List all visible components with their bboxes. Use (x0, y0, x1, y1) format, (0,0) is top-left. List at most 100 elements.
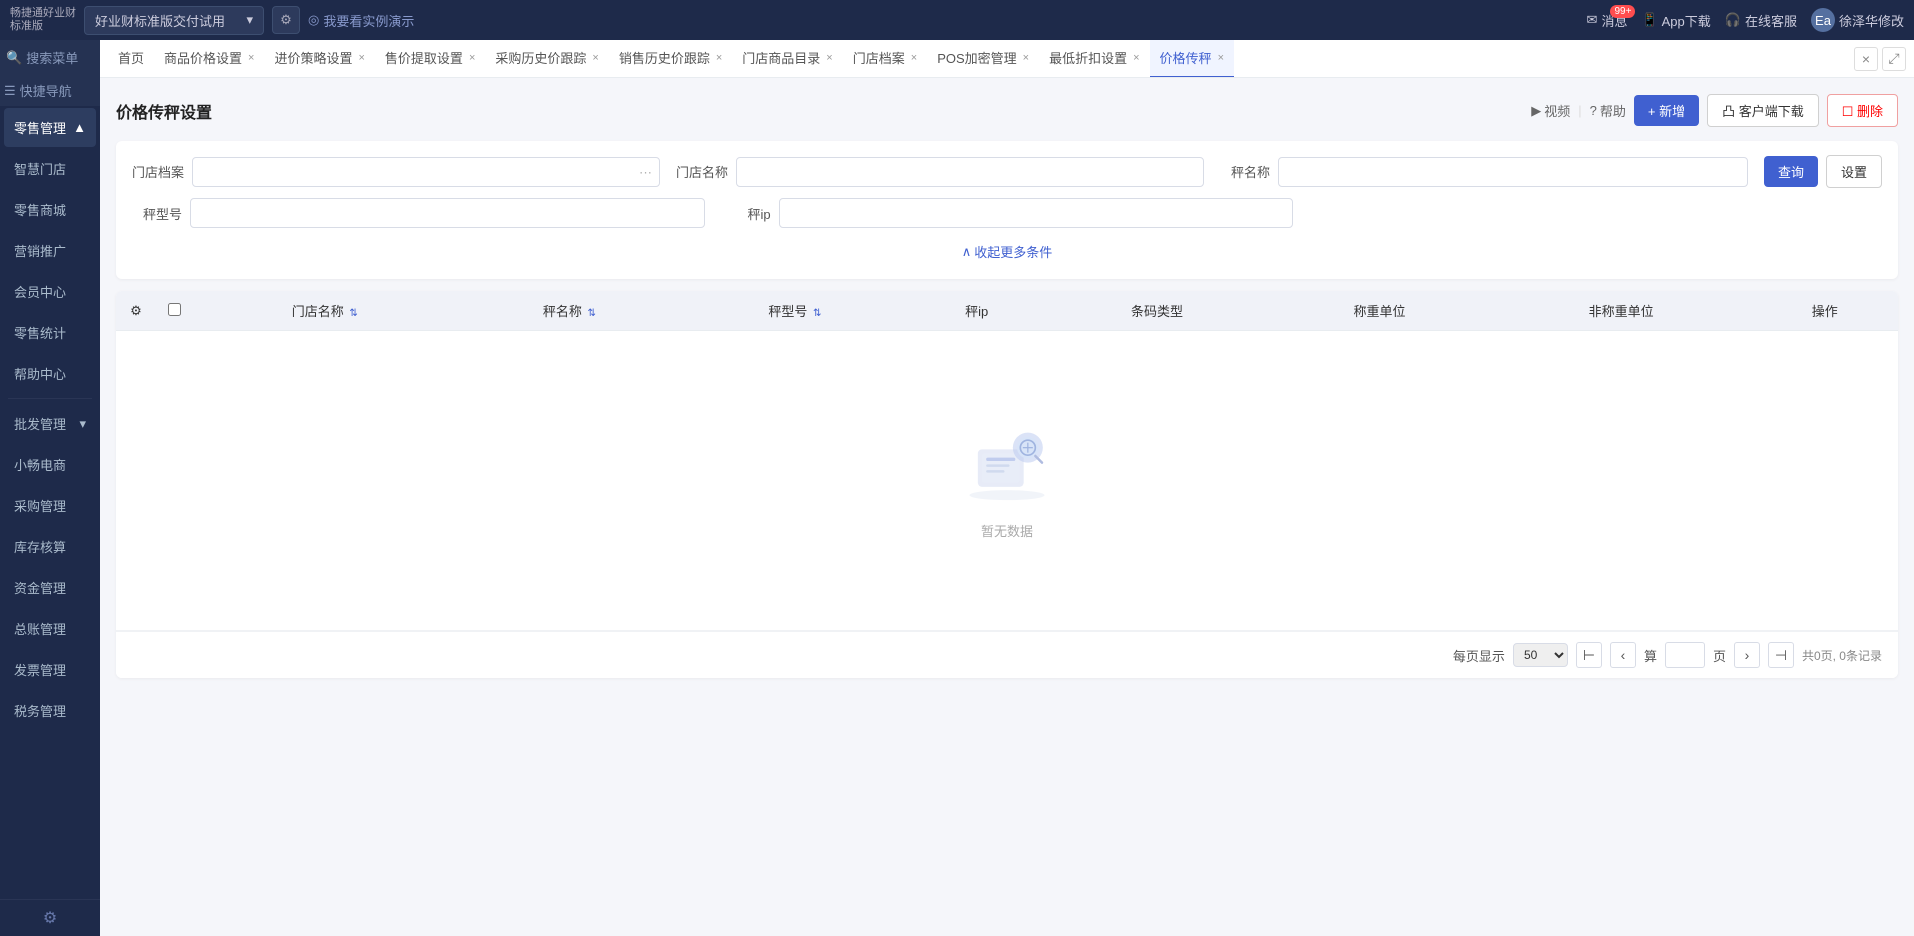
tab-home[interactable]: 首页 (108, 40, 154, 78)
add-button[interactable]: + 新增 (1634, 95, 1699, 126)
scale-name-input[interactable] (1278, 157, 1748, 187)
sort-scale-model-icon[interactable]: ⇅ (813, 308, 821, 319)
service-button[interactable]: 🎧 在线客服 (1725, 11, 1797, 30)
sidebar-item-retail-stats[interactable]: 零售统计 (4, 313, 96, 352)
table-header: ⚙ 门店名称 ⇅ 秤名称 ⇅ (116, 291, 1898, 331)
last-page-button[interactable]: ⊣ (1768, 642, 1794, 668)
next-page-button[interactable]: › (1734, 642, 1760, 668)
tab-store-archive[interactable]: 门店档案 × (843, 40, 927, 78)
content-area: 首页 商品价格设置 × 进价策略设置 × 售价提取设置 × 采购历史价跟踪 × … (100, 40, 1914, 936)
help-link[interactable]: ? 帮助 (1590, 101, 1626, 120)
scale-model-field: 秤型号 (132, 198, 705, 228)
sidebar-item-batch-mgmt[interactable]: 批发管理 ▾ (4, 404, 96, 443)
tab-store-catalog[interactable]: 门店商品目录 × (732, 40, 842, 78)
top-bar: 畅捷通好业财 标准版 好业财标准版交付试用 ⚙ ◎ 我要看实例演示 ✉ 消息 9… (0, 0, 1914, 40)
first-page-button[interactable]: ⊢ (1576, 642, 1602, 668)
sidebar-item-member[interactable]: 会员中心 (4, 272, 96, 311)
search-card: 门店档案 ··· 门店名称 秤名称 (116, 141, 1898, 279)
tab-close-store-archive[interactable]: × (911, 52, 917, 64)
sidebar-item-marketing[interactable]: 营销推广 (4, 231, 96, 270)
tab-close-product-price[interactable]: × (248, 52, 254, 64)
user-info[interactable]: Ea 徐泽华修改 (1811, 8, 1904, 32)
th-non-weight-unit: 非称重单位 (1491, 291, 1752, 331)
chevron-down-icon: ▾ (79, 416, 86, 432)
tab-close-sale-history[interactable]: × (716, 52, 722, 64)
scale-model-input[interactable] (190, 198, 705, 228)
query-button[interactable]: 查询 (1764, 156, 1818, 187)
page-actions: ▶ 视频 | ? 帮助 + 新增 凸 客户端下载 ☐ 删除 (1531, 94, 1898, 127)
video-link[interactable]: ▶ 视频 (1531, 101, 1570, 120)
tab-close-sale-pickup[interactable]: × (469, 52, 475, 64)
version-label: 好业财标准版交付试用 (95, 11, 225, 30)
tab-sale-history[interactable]: 销售历史价跟踪 × (609, 40, 732, 78)
store-name-label: 门店名称 (676, 162, 728, 181)
sidebar-item-xiaochang-ec[interactable]: 小畅电商 (4, 445, 96, 484)
sidebar-item-general-ledger[interactable]: 总账管理 (4, 609, 96, 648)
tab-min-discount[interactable]: 最低折扣设置 × (1039, 40, 1149, 78)
empty-illustration (957, 421, 1057, 511)
sidebar-item-retail-mall[interactable]: 零售商城 (4, 190, 96, 229)
sidebar-bottom: ⚙ (0, 899, 100, 936)
app-download-button[interactable]: 📱 App下载 (1641, 11, 1710, 30)
setting-button[interactable]: 设置 (1826, 155, 1882, 188)
query-label: 查询 (1778, 162, 1804, 181)
message-button[interactable]: ✉ 消息 99+ (1587, 11, 1628, 30)
prev-page-button[interactable]: ‹ (1610, 642, 1636, 668)
sidebar-item-help-center[interactable]: 帮助中心 (4, 354, 96, 393)
sidebar-item-retail-mgmt[interactable]: 零售管理 ▲ (4, 108, 96, 147)
tab-close-min-discount[interactable]: × (1133, 52, 1139, 64)
sidebar-item-inventory[interactable]: 库存核算 (4, 527, 96, 566)
total-info: 共0页, 0条记录 (1802, 647, 1882, 664)
page-size-select[interactable]: 50 10 20 100 (1513, 643, 1568, 667)
ellipsis-icon[interactable]: ··· (639, 164, 652, 179)
tab-close-store-catalog[interactable]: × (826, 52, 832, 64)
gear-icon: ⚙ (280, 12, 292, 28)
store-name-field: 门店名称 (676, 155, 1204, 188)
search-menu-button[interactable]: 🔍 搜索菜单 (0, 40, 100, 75)
tab-expand-button[interactable]: ⤢ (1882, 47, 1906, 71)
tab-price-scale[interactable]: 价格传秤 × (1150, 40, 1234, 78)
selector-settings-button[interactable]: ⚙ (272, 6, 300, 34)
th-weight-unit: 称重单位 (1268, 291, 1491, 331)
delete-label: ☐ 删除 (1842, 101, 1883, 120)
tab-close-purchase-strategy[interactable]: × (358, 52, 364, 64)
tab-close-price-scale[interactable]: × (1218, 52, 1224, 64)
quick-nav-button[interactable]: ☰ 快捷导航 (0, 75, 100, 107)
current-page-input[interactable]: 1 (1665, 642, 1705, 668)
sort-store-name-icon[interactable]: ⇅ (349, 308, 357, 319)
demo-link[interactable]: ◎ 我要看实例演示 (308, 11, 414, 30)
help-icon: ? (1590, 103, 1597, 118)
store-name-input[interactable] (736, 157, 1204, 187)
tab-close-all-button[interactable]: × (1854, 47, 1878, 71)
sidebar-settings-button[interactable]: ⚙ (43, 908, 57, 928)
tab-close-purchase-history[interactable]: × (592, 52, 598, 64)
page-title: 价格传秤设置 (116, 99, 212, 123)
sidebar-item-tax[interactable]: 税务管理 (4, 691, 96, 730)
tab-pos-mgmt[interactable]: POS加密管理 × (927, 40, 1039, 78)
sidebar-item-purchase-mgmt[interactable]: 采购管理 (4, 486, 96, 525)
empty-state: 暂无数据 (128, 341, 1886, 620)
tab-sale-pickup[interactable]: 售价提取设置 × (375, 40, 485, 78)
collapse-button[interactable]: ∧ 收起更多条件 (132, 238, 1882, 265)
tab-close-pos-mgmt[interactable]: × (1023, 52, 1029, 64)
table-settings-icon[interactable]: ⚙ (130, 303, 142, 318)
sidebar-item-invoice[interactable]: 发票管理 (4, 650, 96, 689)
select-all-checkbox[interactable] (168, 303, 181, 316)
tab-purchase-strategy[interactable]: 进价策略设置 × (264, 40, 374, 78)
th-operation: 操作 (1751, 291, 1898, 331)
delete-button[interactable]: ☐ 删除 (1827, 94, 1898, 127)
version-selector[interactable]: 好业财标准版交付试用 (84, 6, 264, 35)
page-size-label: 每页显示 (1453, 646, 1505, 665)
store-archive-input[interactable] (192, 157, 660, 187)
sidebar-item-smart-store[interactable]: 智慧门店 (4, 149, 96, 188)
scale-ip-input[interactable] (779, 198, 1294, 228)
sort-scale-name-icon[interactable]: ⇅ (588, 308, 596, 319)
demo-icon: ◎ (308, 12, 319, 28)
tab-purchase-history[interactable]: 采购历史价跟踪 × (485, 40, 608, 78)
scale-name-field: 秤名称 (1220, 155, 1748, 188)
download-button[interactable]: 凸 客户端下载 (1707, 94, 1819, 127)
sidebar-item-finance[interactable]: 资金管理 (4, 568, 96, 607)
th-barcode-type: 条码类型 (1046, 291, 1269, 331)
app-logo: 畅捷通好业财 标准版 (10, 7, 76, 33)
tab-product-price[interactable]: 商品价格设置 × (154, 40, 264, 78)
